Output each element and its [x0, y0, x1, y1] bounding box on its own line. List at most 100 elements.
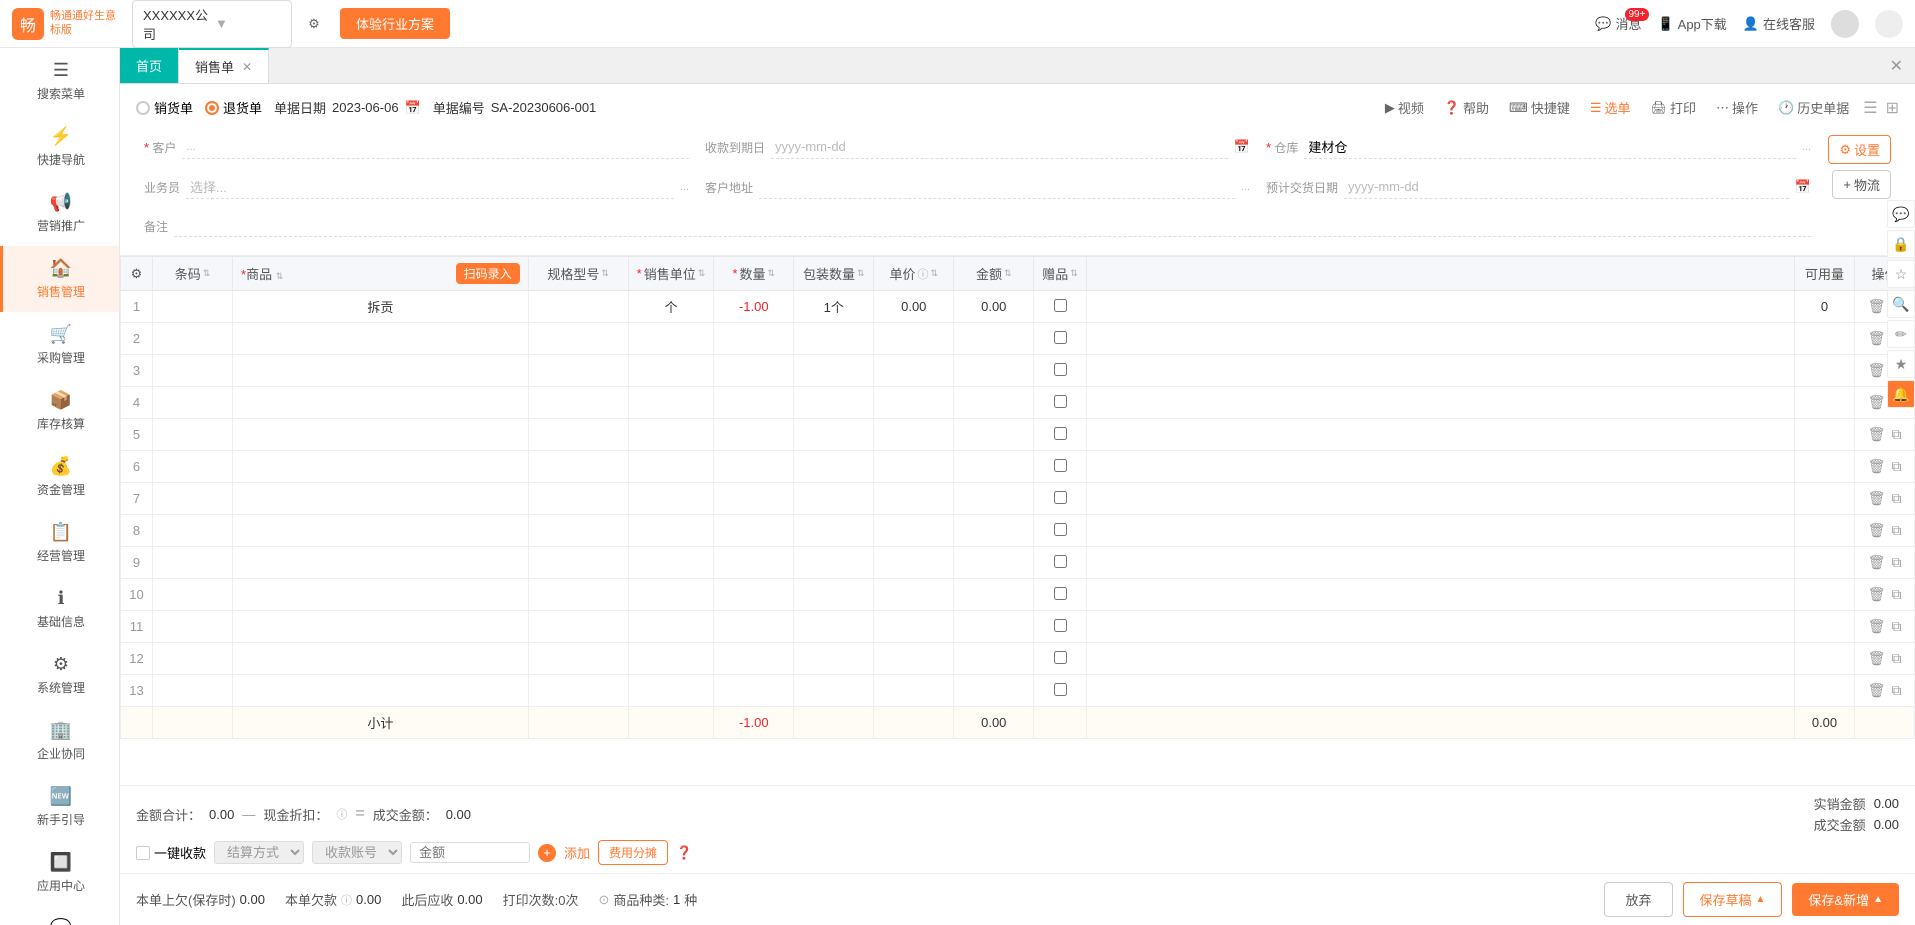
- sidebar-item-search[interactable]: ☰ 搜索菜单: [0, 48, 119, 114]
- due-date-calendar-icon[interactable]: 📅: [1234, 139, 1250, 155]
- radio-return[interactable]: 退货单: [205, 98, 262, 117]
- view-toggle-grid[interactable]: ⊞: [1886, 98, 1899, 118]
- help-btn[interactable]: ❓ 帮助: [1438, 96, 1495, 119]
- copy-icon-5[interactable]: ⧉: [1891, 426, 1901, 443]
- sidebar-item-basic[interactable]: ℹ 基础信息: [0, 576, 119, 642]
- sidebar-item-system[interactable]: ⚙ 系统管理: [0, 642, 119, 708]
- history-btn[interactable]: 🕐 历史单据: [1772, 96, 1855, 119]
- delete-icon-7[interactable]: 🗑: [1868, 490, 1886, 507]
- gift-checkbox-4[interactable]: [1054, 395, 1067, 408]
- tab-close-icon[interactable]: ✕: [242, 60, 252, 74]
- video-btn[interactable]: ▶ 视频: [1379, 96, 1430, 119]
- gift-checkbox-3[interactable]: [1054, 363, 1067, 376]
- gift-checkbox-1[interactable]: [1054, 299, 1067, 312]
- gift-checkbox-7[interactable]: [1054, 491, 1067, 504]
- discount-info-icon[interactable]: ⓘ: [336, 806, 347, 822]
- delete-icon-5[interactable]: 🗑: [1868, 426, 1886, 443]
- notes-input[interactable]: [174, 215, 1811, 237]
- sidebar-item-wechat[interactable]: 💬 企业微信: [0, 906, 119, 925]
- sort-icon-unit[interactable]: ⇅: [698, 268, 706, 279]
- sidebar-item-enterprise[interactable]: 🏢 企业协同: [0, 708, 119, 774]
- gift-checkbox-8[interactable]: [1054, 523, 1067, 536]
- cell-gift-1[interactable]: [1034, 291, 1087, 323]
- product-count-icon[interactable]: ⊙: [598, 892, 609, 908]
- rt-bookmark-btn[interactable]: ★: [1887, 350, 1915, 378]
- th-gear[interactable]: ⚙: [121, 257, 153, 291]
- gift-checkbox-13[interactable]: [1054, 683, 1067, 696]
- customer-input[interactable]: ...: [182, 135, 689, 159]
- delete-icon-11[interactable]: 🗑: [1868, 618, 1886, 635]
- sidebar-item-finance[interactable]: 💰 资金管理: [0, 444, 119, 510]
- debt-info-icon[interactable]: ⓘ: [341, 892, 352, 908]
- copy-icon-11[interactable]: ⧉: [1891, 618, 1901, 635]
- sort-icon-gift[interactable]: ⇅: [1070, 268, 1078, 279]
- cell-amount-1[interactable]: 0.00: [954, 291, 1034, 323]
- scan-btn[interactable]: 扫码录入: [456, 263, 520, 284]
- discard-btn[interactable]: 放弃: [1604, 882, 1672, 917]
- settlement-select[interactable]: 结算方式: [214, 841, 304, 864]
- gift-checkbox-10[interactable]: [1054, 587, 1067, 600]
- gift-checkbox-6[interactable]: [1054, 459, 1067, 472]
- rt-search-btn[interactable]: 🔍: [1887, 290, 1915, 318]
- close-all-tabs-btn[interactable]: ✕: [1878, 56, 1915, 76]
- cell-spec-1[interactable]: [528, 291, 628, 323]
- settings-btn[interactable]: ⚙ 设置: [1828, 135, 1891, 164]
- delete-icon-6[interactable]: 🗑: [1868, 458, 1886, 475]
- tab-home[interactable]: 首页: [120, 48, 179, 83]
- cell-product-1[interactable]: 拆贡: [233, 291, 529, 323]
- copy-icon-7[interactable]: ⧉: [1891, 490, 1901, 507]
- select-btn[interactable]: ☰ 选单: [1584, 96, 1637, 119]
- copy-icon-9[interactable]: ⧉: [1891, 554, 1901, 571]
- cell-barcode-1[interactable]: [153, 291, 233, 323]
- one-click-payment-cb[interactable]: 一键收款: [136, 843, 206, 862]
- gift-checkbox-12[interactable]: [1054, 651, 1067, 664]
- rt-notify-btn[interactable]: 🔔: [1887, 380, 1915, 408]
- company-selector[interactable]: XXXXXX公司 ▼: [132, 0, 292, 48]
- operation-btn[interactable]: ⋯ 操作: [1710, 96, 1764, 119]
- avatar-2[interactable]: [1875, 10, 1903, 38]
- expense-btn[interactable]: 费用分摊: [598, 840, 668, 865]
- sort-icon-qty[interactable]: ⇅: [768, 268, 776, 279]
- warehouse-input[interactable]: 建材仓: [1304, 135, 1795, 159]
- expected-date-input[interactable]: yyyy-mm-dd: [1344, 175, 1789, 199]
- rt-star-btn[interactable]: ☆: [1887, 260, 1915, 288]
- amount-input[interactable]: [410, 842, 530, 863]
- delete-icon-9[interactable]: 🗑: [1868, 554, 1886, 571]
- shortcut-btn[interactable]: ⌨ 快捷键: [1503, 96, 1576, 119]
- sidebar-item-guide[interactable]: 🆕 新手引导: [0, 774, 119, 840]
- sort-icon-amount[interactable]: ⇅: [1004, 268, 1012, 279]
- due-date-input[interactable]: yyyy-mm-dd: [771, 135, 1228, 159]
- tab-sales-order[interactable]: 销售单 ✕: [179, 48, 269, 83]
- rt-chat-btn[interactable]: 💬: [1887, 200, 1915, 228]
- sort-icon-price[interactable]: ⇅: [931, 268, 939, 279]
- trial-btn[interactable]: 体验行业方案: [340, 8, 450, 39]
- copy-icon-12[interactable]: ⧉: [1891, 650, 1901, 667]
- salesperson-input[interactable]: 选择...: [186, 175, 674, 199]
- expected-date-calendar-icon[interactable]: 📅: [1795, 179, 1811, 195]
- copy-icon-10[interactable]: ⧉: [1891, 586, 1901, 603]
- delete-icon-10[interactable]: 🗑: [1868, 586, 1886, 603]
- cell-unit-1[interactable]: 个: [628, 291, 714, 323]
- sort-icon-product[interactable]: ⇅: [276, 271, 284, 281]
- gift-checkbox-9[interactable]: [1054, 555, 1067, 568]
- delete-icon-4[interactable]: 🗑: [1868, 394, 1886, 411]
- sort-icon-pkg[interactable]: ⇅: [857, 268, 865, 279]
- avatar[interactable]: [1831, 10, 1859, 38]
- save-draft-btn[interactable]: 保存草稿 ▲: [1683, 882, 1783, 917]
- sort-icon-spec[interactable]: ⇅: [601, 268, 609, 279]
- gift-checkbox-2[interactable]: [1054, 331, 1067, 344]
- delete-icon-12[interactable]: 🗑: [1868, 650, 1886, 667]
- view-toggle-list[interactable]: ☰: [1863, 98, 1877, 118]
- cell-pkg-1[interactable]: 1个: [794, 291, 874, 323]
- expense-help-icon[interactable]: ❓: [676, 845, 692, 861]
- app-download-btn[interactable]: 📱 App下载: [1657, 14, 1726, 33]
- settings-icon[interactable]: ⚙: [300, 10, 328, 38]
- sidebar-item-operations[interactable]: 📋 经营管理: [0, 510, 119, 576]
- copy-icon-6[interactable]: ⧉: [1891, 458, 1901, 475]
- delete-icon-2[interactable]: 🗑: [1868, 330, 1886, 347]
- delete-icon-13[interactable]: 🗑: [1868, 682, 1886, 699]
- sidebar-item-purchase[interactable]: 🛒 采购管理: [0, 312, 119, 378]
- rt-edit-btn[interactable]: ✏: [1887, 320, 1915, 348]
- delete-icon-1[interactable]: 🗑: [1868, 298, 1886, 315]
- sidebar-item-sales[interactable]: 🏠 销售管理: [0, 246, 119, 312]
